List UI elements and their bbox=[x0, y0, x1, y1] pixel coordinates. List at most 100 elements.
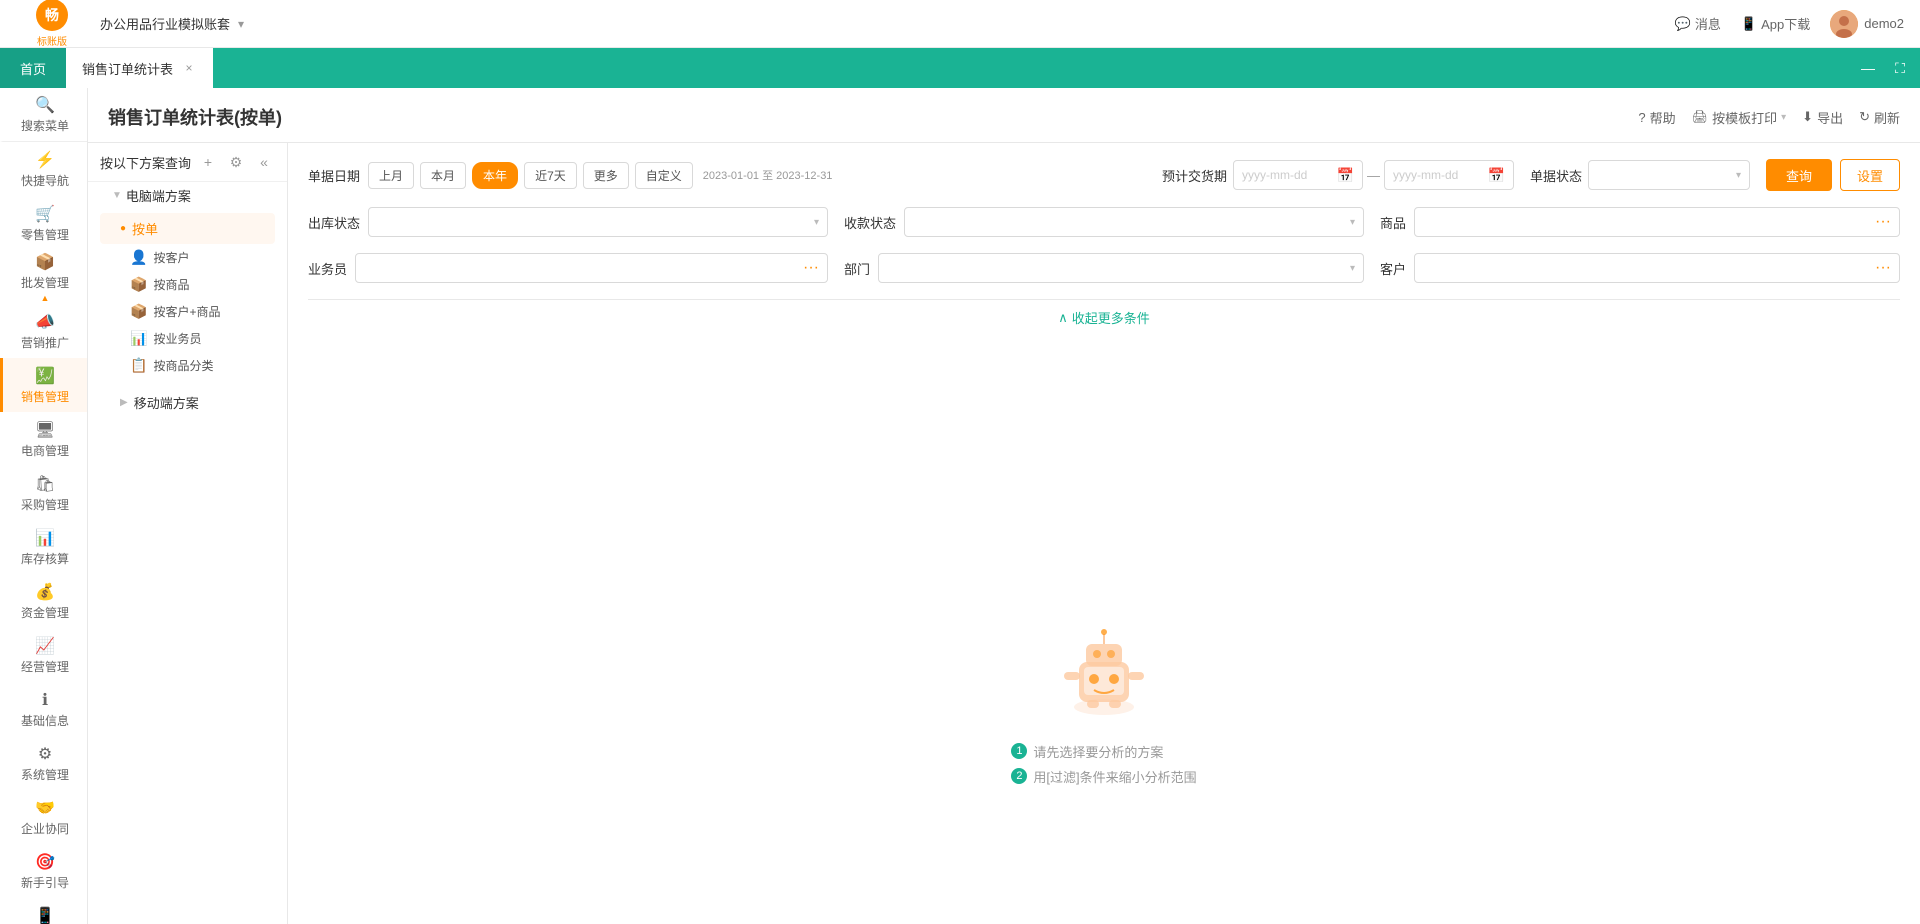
user-profile-btn[interactable]: demo2 bbox=[1830, 10, 1904, 38]
salesperson-ellipsis-btn[interactable]: ··· bbox=[803, 259, 819, 277]
plan-subitem-by-goods-category[interactable]: 📋 按商品分类 bbox=[100, 352, 275, 379]
date-btn-this-year[interactable]: 本年 bbox=[472, 162, 518, 189]
mobile-section-expand[interactable]: ▶ 移动端方案 bbox=[100, 387, 275, 418]
expected-date-start-placeholder: yyyy-mm-dd bbox=[1242, 168, 1307, 182]
expected-date-label: 预计交货期 bbox=[1162, 166, 1227, 185]
customer-label: 客户 bbox=[1380, 259, 1406, 278]
app-logo: 畅 标账版 bbox=[16, 0, 88, 48]
pay-status-select[interactable]: ▾ bbox=[904, 207, 1364, 237]
tip-2-text: 用[过滤]条件来缩小分析范围 bbox=[1033, 767, 1196, 786]
message-btn[interactable]: 💬 消息 bbox=[1675, 14, 1721, 33]
filter-group-goods: 商品 ··· bbox=[1380, 207, 1900, 237]
tab-active-label: 销售订单统计表 bbox=[82, 59, 173, 78]
tab-home[interactable]: 首页 bbox=[0, 48, 66, 88]
layout: 🔍 搜索菜单 ⚡ 快捷导航 🛒 零售管理 📦 批发管理 ▲ 📣 营销推广 💹 销… bbox=[0, 88, 1920, 924]
tip-2-num: 2 bbox=[1011, 768, 1027, 784]
plan-subitem-by-salesperson[interactable]: 📊 按业务员 bbox=[100, 325, 275, 352]
sidebar-item-ecommerce[interactable]: 🖥 电商管理 bbox=[0, 412, 87, 466]
sidebar-item-newbie[interactable]: 🎯 新手引导 bbox=[0, 844, 87, 898]
plan-item-by-order[interactable]: ● 按单 bbox=[100, 213, 275, 244]
empty-tip-1: 1 请先选择要分析的方案 bbox=[1011, 742, 1196, 761]
date-btn-this-month[interactable]: 本月 bbox=[420, 162, 466, 189]
date-period-row: 上月 本月 本年 近7天 更多 自定义 2023-01-01 至 2023-12… bbox=[368, 162, 832, 189]
settings-plan-btn[interactable]: ⚙ bbox=[225, 151, 247, 173]
dept-select[interactable]: ▾ bbox=[878, 253, 1364, 283]
tab-close-btn[interactable]: × bbox=[181, 60, 197, 76]
customer-ellipsis-btn[interactable]: ··· bbox=[1875, 259, 1891, 277]
date-btn-last-7-days[interactable]: 近7天 bbox=[524, 162, 577, 189]
user-name: demo2 bbox=[1864, 16, 1904, 31]
date-btn-custom[interactable]: 自定义 bbox=[635, 162, 693, 189]
plan-subitem-by-customer-goods-label: 按客户+商品 bbox=[153, 303, 220, 320]
filter-group-expected-date: 预计交货期 yyyy-mm-dd 📅 — yyyy-mm-dd 📅 bbox=[1162, 160, 1514, 190]
plan-subitem-by-customer-goods[interactable]: 📦 按客户+商品 bbox=[100, 298, 275, 325]
enterprise-icon: 🤝 bbox=[35, 798, 55, 818]
by-customer-icon: 👤 bbox=[130, 249, 147, 266]
collapse-panel-btn[interactable]: « bbox=[253, 151, 275, 173]
print-label: 按模板打印 bbox=[1712, 108, 1777, 127]
query-btn[interactable]: 查询 bbox=[1766, 159, 1832, 191]
sidebar-finance-label: 资金管理 bbox=[21, 604, 69, 621]
empty-state: 1 请先选择要分析的方案 2 用[过滤]条件来缩小分析范围 bbox=[288, 490, 1920, 924]
expected-date-start[interactable]: yyyy-mm-dd 📅 bbox=[1233, 160, 1363, 190]
expected-date-end[interactable]: yyyy-mm-dd 📅 bbox=[1384, 160, 1514, 190]
sidebar-item-enterprise[interactable]: 🤝 企业协同 bbox=[0, 790, 87, 844]
collapse-up-icon: ∧ bbox=[1058, 310, 1068, 326]
wholesale-icon: 📦 bbox=[35, 252, 55, 272]
mobile-section-text: 移动端方案 bbox=[134, 393, 199, 412]
salesperson-input[interactable]: ··· bbox=[355, 253, 828, 283]
refresh-label: 刷新 bbox=[1874, 108, 1900, 127]
plan-subitem-by-goods-label: 按商品 bbox=[153, 276, 189, 293]
quick-icon: ⚡ bbox=[35, 150, 55, 170]
goods-input[interactable]: ··· bbox=[1414, 207, 1900, 237]
goods-ellipsis-btn[interactable]: ··· bbox=[1875, 213, 1891, 231]
date-btn-more[interactable]: 更多 bbox=[583, 162, 629, 189]
sidebar-item-retail[interactable]: 🛒 零售管理 bbox=[0, 196, 87, 250]
sidebar-item-inventory[interactable]: 📊 库存核算 bbox=[0, 520, 87, 574]
collapse-more-btn[interactable]: ∧ 收起更多条件 bbox=[308, 299, 1900, 335]
print-btn[interactable]: 🖨 按模板打印 ▾ bbox=[1692, 108, 1787, 127]
window-minimize-btn[interactable]: — bbox=[1856, 56, 1880, 80]
customer-input[interactable]: ··· bbox=[1414, 253, 1900, 283]
left-panel: 按以下方案查询 + ⚙ « ▼ 电脑端方案 bbox=[88, 143, 288, 924]
sidebar-item-quick[interactable]: ⚡ 快捷导航 bbox=[0, 142, 87, 196]
sidebar-item-wholesale[interactable]: 📦 批发管理 ▲ bbox=[0, 250, 87, 304]
pay-status-label: 收款状态 bbox=[844, 213, 896, 232]
tab-active[interactable]: 销售订单统计表 × bbox=[66, 48, 213, 88]
purchase-icon: 🛍 bbox=[35, 474, 55, 494]
dept-label: 部门 bbox=[844, 259, 870, 278]
page-title: 销售订单统计表(按单) bbox=[108, 104, 282, 130]
app-download-btn[interactable]: 📱 App下载 bbox=[1741, 14, 1810, 33]
filter-settings-btn[interactable]: 设置 bbox=[1840, 159, 1900, 191]
marketing-icon: 📣 bbox=[35, 312, 55, 332]
topbar-right: 💬 消息 📱 App下载 demo2 bbox=[1675, 10, 1904, 38]
header-actions: ? 帮助 🖨 按模板打印 ▾ ⬇ 导出 ↻ 刷新 bbox=[1638, 108, 1900, 127]
status-select[interactable]: ▾ bbox=[1588, 160, 1750, 190]
message-icon: 💬 bbox=[1675, 16, 1691, 32]
filter-group-customer: 客户 ··· bbox=[1380, 253, 1900, 283]
help-btn[interactable]: ? 帮助 bbox=[1638, 108, 1675, 127]
apps-icon: 📱 bbox=[35, 906, 55, 924]
date-btn-last-month[interactable]: 上月 bbox=[368, 162, 414, 189]
sidebar-item-system[interactable]: ⚙ 系统管理 bbox=[0, 736, 87, 790]
sidebar-item-marketing[interactable]: 📣 营销推广 bbox=[0, 304, 87, 358]
panel-toolbar: 按以下方案查询 + ⚙ « bbox=[88, 143, 287, 182]
sidebar-item-basic[interactable]: ℹ 基础信息 bbox=[0, 682, 87, 736]
export-btn[interactable]: ⬇ 导出 bbox=[1802, 108, 1843, 127]
sidebar-quick-label: 快捷导航 bbox=[21, 172, 69, 189]
title-arrow-icon[interactable]: ▾ bbox=[238, 17, 244, 31]
plan-subitem-by-goods[interactable]: 📦 按商品 bbox=[100, 271, 275, 298]
out-status-select[interactable]: ▾ bbox=[368, 207, 828, 237]
panel-title-label: 按以下方案查询 bbox=[100, 153, 191, 172]
refresh-btn[interactable]: ↻ 刷新 bbox=[1859, 108, 1900, 127]
sidebar-item-operations[interactable]: 📈 经营管理 bbox=[0, 628, 87, 682]
tabbar: 首页 销售订单统计表 × — ⛶ bbox=[0, 48, 1920, 88]
sidebar-item-search[interactable]: 🔍 搜索菜单 bbox=[0, 88, 87, 142]
sidebar-item-finance[interactable]: 💰 资金管理 bbox=[0, 574, 87, 628]
sidebar-item-apps[interactable]: 📱 应用中心 bbox=[0, 898, 87, 924]
sidebar-item-sales[interactable]: 💹 销售管理 bbox=[0, 358, 87, 412]
add-plan-btn[interactable]: + bbox=[197, 151, 219, 173]
window-maximize-btn[interactable]: ⛶ bbox=[1888, 56, 1912, 80]
plan-subitem-by-customer[interactable]: 👤 按客户 bbox=[100, 244, 275, 271]
sidebar-item-purchase[interactable]: 🛍 采购管理 bbox=[0, 466, 87, 520]
